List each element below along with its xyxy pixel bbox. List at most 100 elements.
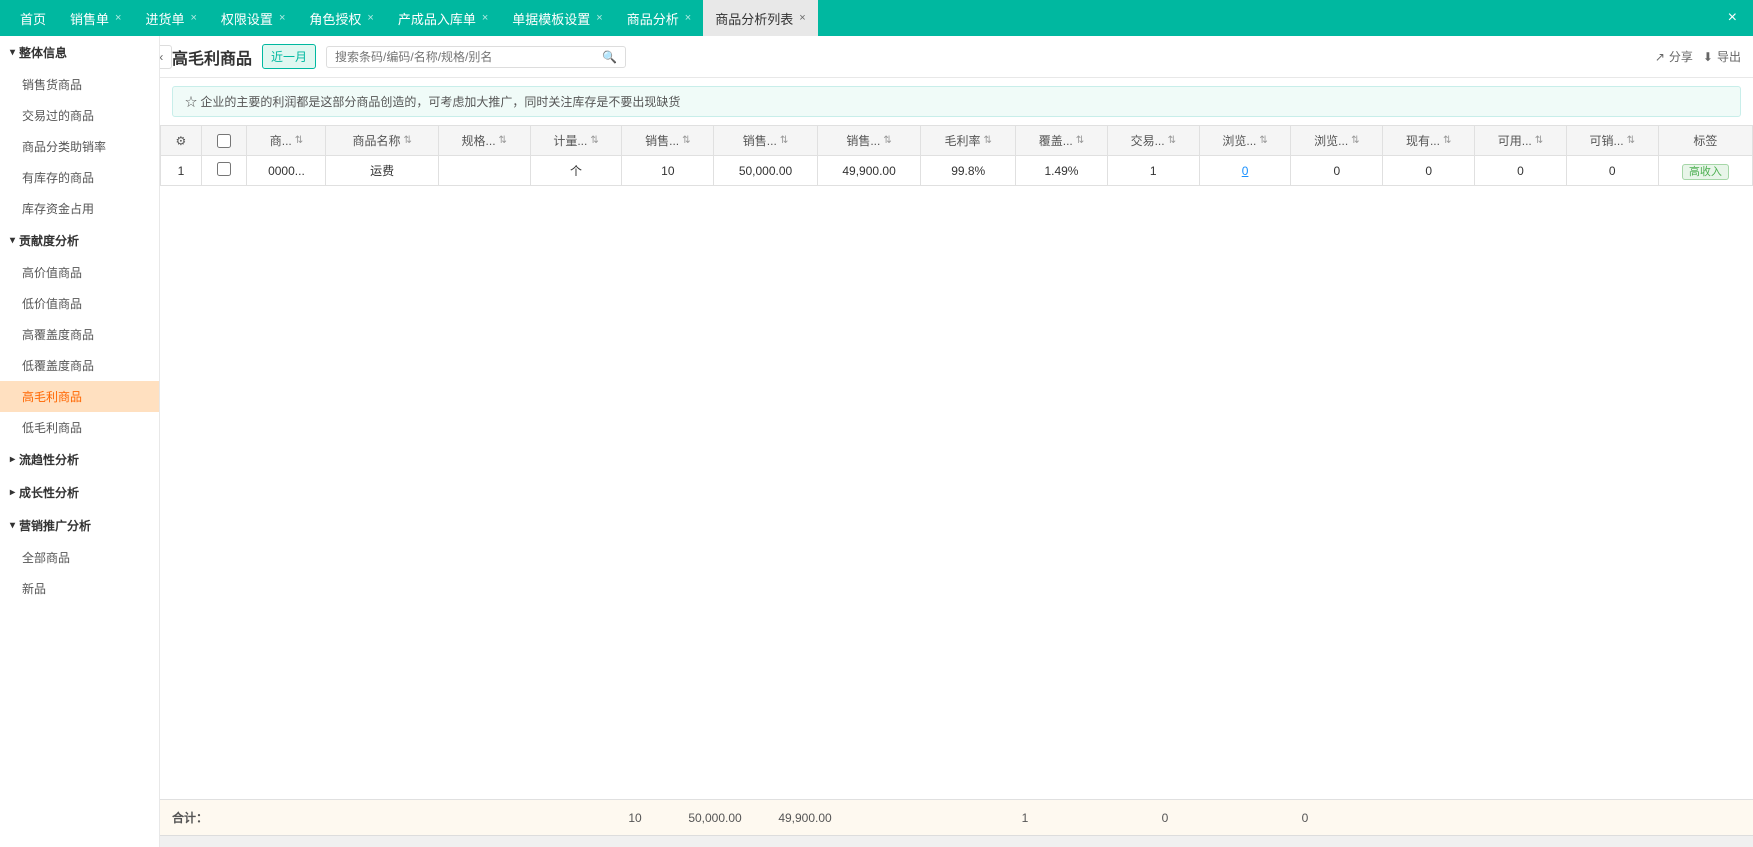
filter-recent-month[interactable]: 近一月 — [262, 44, 316, 69]
sidebar-item-1-1[interactable]: 低价值商品 — [0, 288, 159, 319]
col-header-name[interactable]: 商品名称⇅ — [326, 126, 438, 156]
col-header-coverage[interactable]: 覆盖...⇅ — [1016, 126, 1108, 156]
export-icon: ⬇ — [1703, 50, 1713, 64]
col-header-saleAmount[interactable]: 销售...⇅ — [714, 126, 818, 156]
sort-icon-grossMargin[interactable]: ⇅ — [984, 135, 992, 146]
sort-icon-saleAmount[interactable]: ⇅ — [780, 135, 788, 146]
sort-icon-browse1[interactable]: ⇅ — [1259, 135, 1267, 146]
nav-close-2[interactable]: × — [190, 12, 196, 24]
collapse-button[interactable]: « — [160, 45, 172, 69]
sidebar-item-4-0[interactable]: 全部商品 — [0, 542, 159, 573]
col-header-browse2[interactable]: 浏览...⇅ — [1291, 126, 1383, 156]
nav-item-4[interactable]: 角色授权× — [297, 0, 385, 36]
search-input[interactable] — [335, 50, 602, 64]
col-header-saleable[interactable]: 可销...⇅ — [1566, 126, 1658, 156]
sidebar-item-1-5[interactable]: 低毛利商品 — [0, 412, 159, 443]
cell-unit-0: 个 — [530, 156, 622, 186]
sidebar-group-2[interactable]: ▸ 流趋性分析 — [0, 443, 159, 476]
sidebar-item-0-3[interactable]: 有库存的商品 — [0, 162, 159, 193]
sidebar-group-arrow-2: ▸ — [10, 454, 15, 465]
nav-close-5[interactable]: × — [482, 12, 488, 24]
col-header-available[interactable]: 可用...⇅ — [1475, 126, 1567, 156]
col-header-unit[interactable]: 计量...⇅ — [530, 126, 622, 156]
table-wrapper[interactable]: ⚙商...⇅商品名称⇅规格...⇅计量...⇅销售...⇅销售...⇅销售...… — [160, 125, 1753, 799]
nav-item-2[interactable]: 进货单× — [133, 0, 208, 36]
footer-label: 合计： — [160, 809, 220, 826]
sort-icon-available[interactable]: ⇅ — [1535, 135, 1543, 146]
sidebar-item-0-0[interactable]: 销售货商品 — [0, 69, 159, 100]
cell-saleProfit-0: 49,900.00 — [817, 156, 921, 186]
cell-browse1-0[interactable]: 0 — [1199, 156, 1291, 186]
col-header-grossMargin[interactable]: 毛利率⇅ — [921, 126, 1016, 156]
sidebar-item-1-2[interactable]: 高覆盖度商品 — [0, 319, 159, 350]
nav-close-7[interactable]: × — [685, 12, 691, 24]
sort-icon-name[interactable]: ⇅ — [403, 135, 411, 146]
settings-icon[interactable]: ⚙ — [176, 134, 187, 148]
col-header-saleQty[interactable]: 销售...⇅ — [622, 126, 714, 156]
cell-name-0: 运费 — [326, 156, 438, 186]
sort-icon-coverage[interactable]: ⇅ — [1076, 135, 1084, 146]
col-header-transaction[interactable]: 交易...⇅ — [1107, 126, 1199, 156]
sidebar-item-4-1[interactable]: 新品 — [0, 573, 159, 604]
sidebar-group-1[interactable]: ▾贡献度分析 — [0, 224, 159, 257]
close-icon[interactable]: × — [1720, 9, 1745, 27]
nav-close-6[interactable]: × — [596, 12, 602, 24]
table-footer: 合计： 1050,000.0049,900.00100 — [160, 799, 1753, 835]
sidebar-group-0[interactable]: ▾整体信息 — [0, 36, 159, 69]
nav-item-7[interactable]: 商品分析× — [615, 0, 703, 36]
sort-icon-saleable[interactable]: ⇅ — [1627, 135, 1635, 146]
footer-cell-3 — [350, 807, 470, 829]
sidebar-item-1-4[interactable]: 高毛利商品 — [0, 381, 159, 412]
sidebar-group-4[interactable]: ▾营销推广分析 — [0, 509, 159, 542]
sidebar-item-1-0[interactable]: 高价值商品 — [0, 257, 159, 288]
sort-icon-code[interactable]: ⇅ — [295, 135, 303, 146]
sidebar-item-0-4[interactable]: 库存资金占用 — [0, 193, 159, 224]
footer-cell-4 — [470, 807, 540, 829]
footer-cell-14 — [1200, 807, 1270, 829]
nav-item-5[interactable]: 产成品入库单× — [386, 0, 500, 36]
col-header-saleProfit[interactable]: 销售...⇅ — [817, 126, 921, 156]
share-icon: ↗ — [1655, 50, 1665, 64]
col-header-browse1[interactable]: 浏览...⇅ — [1199, 126, 1291, 156]
export-button[interactable]: ⬇ 导出 — [1703, 48, 1741, 65]
sidebar-group-label-2: 流趋性分析 — [19, 451, 79, 468]
sidebar-item-1-3[interactable]: 低覆盖度商品 — [0, 350, 159, 381]
sidebar-item-0-2[interactable]: 商品分类助销率 — [0, 131, 159, 162]
col-header-spec[interactable]: 规格...⇅ — [438, 126, 530, 156]
table-row: 10000...运费个1050,000.0049,900.0099.8%1.49… — [161, 156, 1753, 186]
footer-cell-12 — [1060, 807, 1130, 829]
nav-item-8[interactable]: 商品分析列表× — [703, 0, 817, 36]
nav-close-8[interactable]: × — [799, 12, 805, 24]
sort-icon-transaction[interactable]: ⇅ — [1168, 135, 1176, 146]
nav-item-3[interactable]: 权限设置× — [209, 0, 297, 36]
sort-icon-saleQty[interactable]: ⇅ — [682, 135, 690, 146]
sort-icon-unit[interactable]: ⇅ — [590, 135, 598, 146]
select-all-checkbox[interactable] — [217, 134, 231, 148]
nav-item-0[interactable]: 首页 — [8, 0, 58, 36]
footer-cell-17 — [1410, 807, 1480, 829]
sidebar-item-0-1[interactable]: 交易过的商品 — [0, 100, 159, 131]
row-checkbox[interactable] — [217, 162, 231, 176]
sort-icon-current[interactable]: ⇅ — [1443, 135, 1451, 146]
sort-icon-browse2[interactable]: ⇅ — [1351, 135, 1359, 146]
footer-cell-2 — [280, 807, 350, 829]
nav-item-6[interactable]: 单据模板设置× — [500, 0, 614, 36]
nav-item-1[interactable]: 销售单× — [58, 0, 133, 36]
search-icon[interactable]: 🔍 — [602, 50, 617, 64]
cell-saleable-0: 0 — [1566, 156, 1658, 186]
col-header-code[interactable]: 商...⇅ — [247, 126, 326, 156]
nav-close-4[interactable]: × — [367, 12, 373, 24]
sort-icon-spec[interactable]: ⇅ — [499, 135, 507, 146]
cell-available-0: 0 — [1475, 156, 1567, 186]
search-box: 🔍 — [326, 46, 626, 68]
cell-spec-0 — [438, 156, 530, 186]
nav-close-3[interactable]: × — [279, 12, 285, 24]
nav-close-1[interactable]: × — [115, 12, 121, 24]
col-header-current[interactable]: 现有...⇅ — [1383, 126, 1475, 156]
bottom-scrollbar[interactable] — [160, 835, 1753, 847]
share-button[interactable]: ↗ 分享 — [1655, 48, 1693, 65]
sort-icon-saleProfit[interactable]: ⇅ — [883, 135, 891, 146]
main-layout: ▾整体信息销售货商品交易过的商品商品分类助销率有库存的商品库存资金占用▾贡献度分… — [0, 36, 1753, 847]
cell-checkbox-0[interactable] — [201, 156, 247, 186]
sidebar-group-3[interactable]: ▸成长性分析 — [0, 476, 159, 509]
